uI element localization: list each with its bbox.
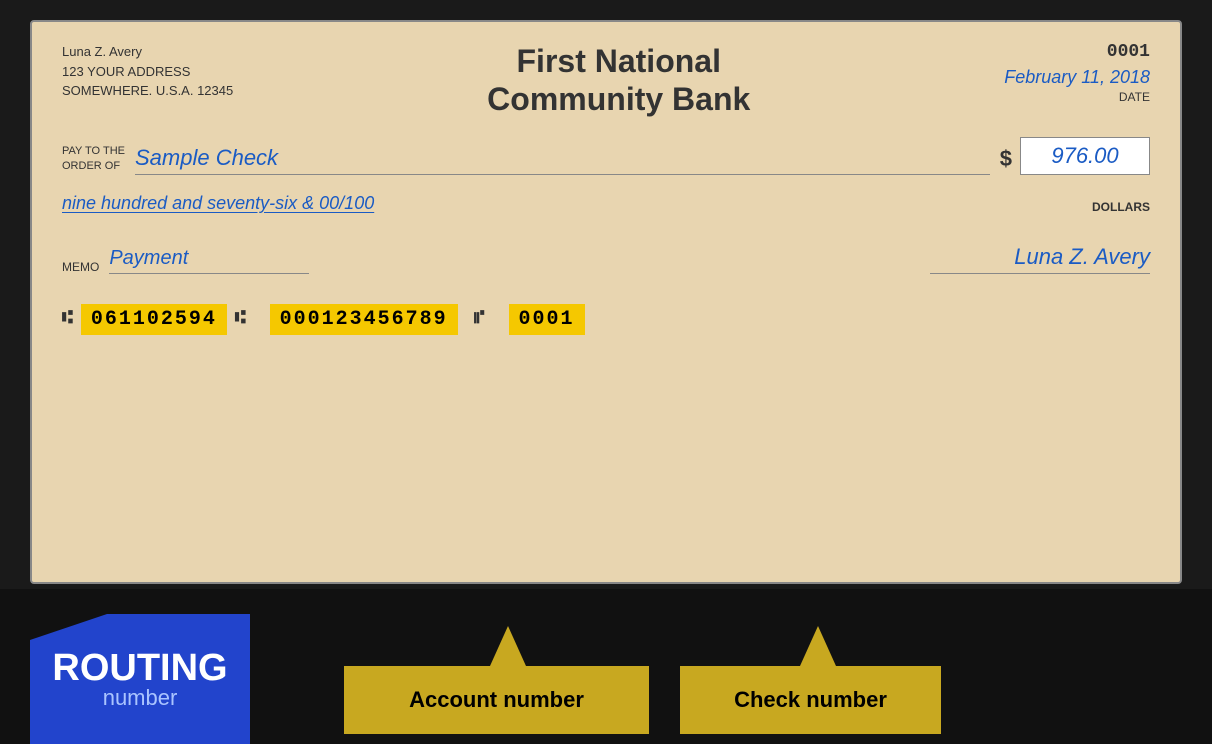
bottom-legend: ROUTING number Account number Check numb… — [0, 589, 1212, 744]
date-row: February 11, 2018 — [1004, 67, 1150, 88]
check-number-label: Check number — [734, 687, 887, 713]
routing-label-big: ROUTING — [52, 649, 227, 687]
memo-label: MEMO — [62, 260, 99, 274]
account-number-label: Account number — [409, 687, 584, 713]
payee-line: Sample Check — [135, 145, 990, 175]
date-value: February 11, 2018 — [1004, 67, 1150, 88]
dollars-label: DOLLARS — [1092, 200, 1150, 214]
top-right: 0001 February 11, 2018 DATE — [1004, 42, 1150, 104]
bank-name: First National Community Bank — [253, 42, 984, 119]
micr-check-num: 0001 — [509, 304, 585, 335]
routing-label-small: number — [103, 687, 178, 709]
bank-info: First National Community Bank — [253, 42, 984, 119]
payer-name: Luna Z. Avery — [62, 42, 233, 62]
check-top-row: Luna Z. Avery 123 YOUR ADDRESS SOMEWHERE… — [62, 42, 1150, 119]
check-number-badge: Check number — [680, 666, 941, 734]
payer-address2: SOMEWHERE. U.S.A. 12345 — [62, 81, 233, 101]
written-amount-row: nine hundred and seventy-six & 00/100 DO… — [62, 193, 1150, 214]
dollar-sign: $ — [1000, 146, 1012, 175]
written-amount: nine hundred and seventy-six & 00/100 — [62, 193, 374, 214]
micr-separator: ⑈ — [474, 309, 485, 329]
micr-open-transit: ⑆ — [62, 309, 73, 329]
micr-account: 000123456789 — [270, 304, 458, 335]
account-number-badge: Account number — [344, 666, 649, 734]
payer-info: Luna Z. Avery 123 YOUR ADDRESS SOMEWHERE… — [62, 42, 233, 101]
memo-line: Payment — [109, 247, 309, 274]
amount-box: 976.00 — [1020, 137, 1150, 175]
account-arrow-icon — [490, 626, 526, 666]
memo-signature-row: MEMO Payment Luna Z. Avery — [62, 244, 1150, 274]
check-number-top: 0001 — [1004, 42, 1150, 62]
signature-section: Luna Z. Avery — [930, 244, 1150, 274]
date-label: DATE — [1119, 90, 1150, 104]
amount-wrapper: $ 976.00 — [1000, 137, 1150, 175]
pay-to-label: PAY TO THE ORDER OF — [62, 144, 125, 175]
micr-close-transit: ⑆ — [235, 309, 246, 329]
check-arrow-icon — [800, 626, 836, 666]
micr-routing: 061102594 — [81, 304, 227, 335]
pay-to-row: PAY TO THE ORDER OF Sample Check $ 976.0… — [62, 137, 1150, 175]
micr-row: ⑆ 061102594 ⑆ 000123456789 ⑈ 0001 — [62, 304, 1150, 335]
signature-value: Luna Z. Avery — [1014, 244, 1150, 269]
memo-value: Payment — [109, 247, 188, 269]
memo-section: MEMO Payment — [62, 247, 309, 274]
payer-address1: 123 YOUR ADDRESS — [62, 62, 233, 82]
payee-name: Sample Check — [135, 145, 278, 170]
check-body: Luna Z. Avery 123 YOUR ADDRESS SOMEWHERE… — [30, 20, 1182, 584]
routing-badge: ROUTING number — [30, 614, 250, 744]
